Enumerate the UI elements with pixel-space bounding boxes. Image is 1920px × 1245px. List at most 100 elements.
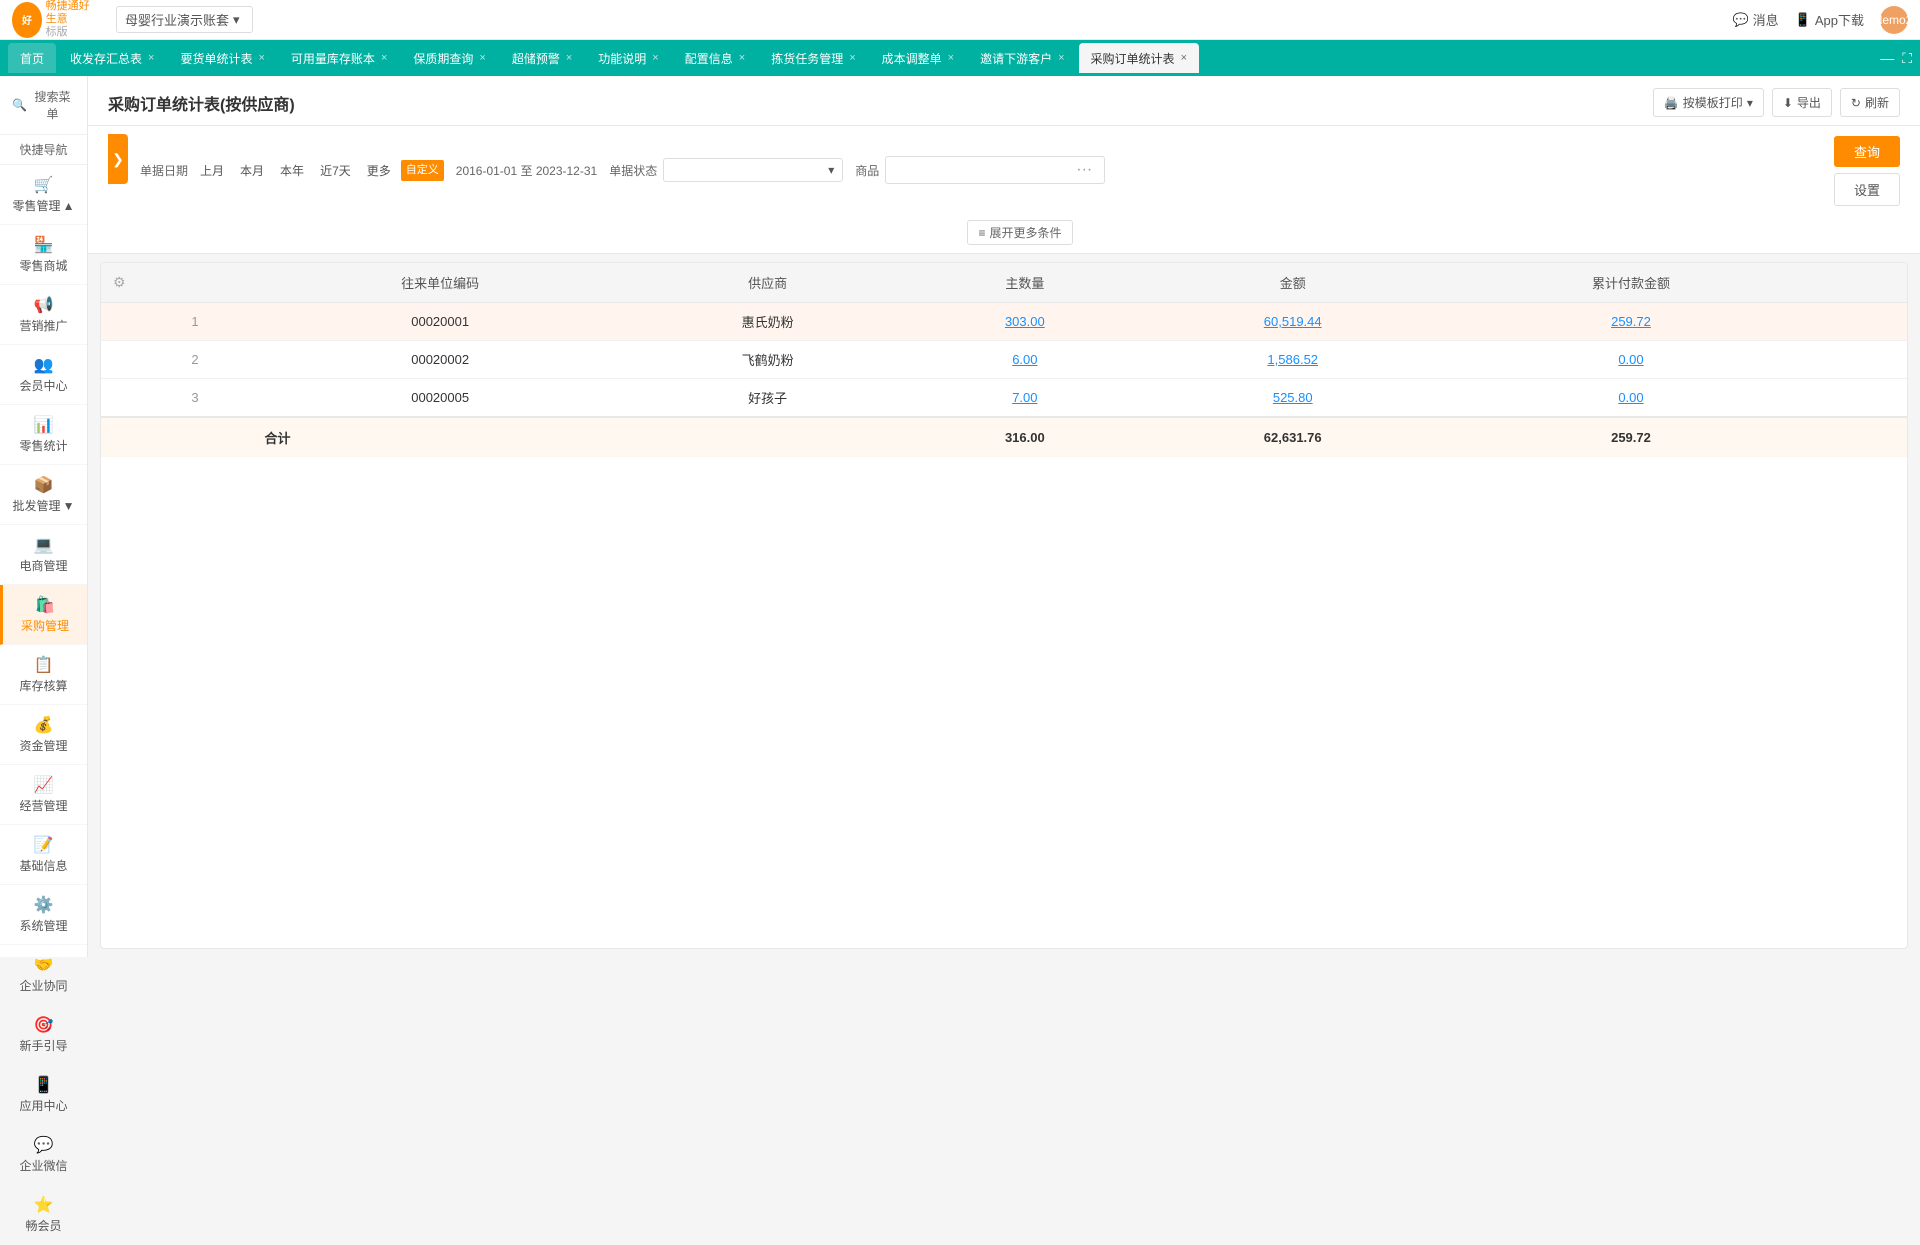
sidebar-item-retail-mall[interactable]: 🏪 零售商城 bbox=[0, 225, 87, 285]
sidebar-item-ecommerce[interactable]: 💻 电商管理 bbox=[0, 525, 87, 585]
print-button[interactable]: 🖨️ 按模板打印 ▾ bbox=[1653, 88, 1764, 117]
supplier-cell: 飞鹤奶粉 bbox=[628, 341, 908, 379]
tab-function-desc[interactable]: 功能说明 × bbox=[586, 43, 670, 73]
logo-area: 好 畅捷通好生意 标版 bbox=[12, 0, 100, 39]
close-icon[interactable]: × bbox=[1181, 52, 1187, 64]
table-area: ⚙ 往来单位编码 供应商 主数量 金额 累计付款金额 1 bbox=[100, 262, 1908, 949]
message-button[interactable]: 💬 消息 bbox=[1732, 10, 1778, 29]
tab-available-inventory[interactable]: 可用量库存账本 × bbox=[279, 43, 399, 73]
filter-toggle-button[interactable]: ❯ bbox=[108, 134, 128, 184]
app-download-button[interactable]: 📱 App下载 bbox=[1795, 10, 1864, 29]
sidebar-item-wechat[interactable]: 💬 企业微信 bbox=[0, 1125, 87, 1185]
retail-mall-icon: 🏪 bbox=[34, 235, 54, 255]
sidebar-item-retail-stat[interactable]: 📊 零售统计 bbox=[0, 405, 87, 465]
sidebar-item-inventory[interactable]: 📋 库存核算 bbox=[0, 645, 87, 705]
goods-search-input[interactable] bbox=[894, 163, 1072, 177]
unit-code-cell: 00020001 bbox=[252, 303, 627, 341]
close-icon[interactable]: × bbox=[479, 52, 485, 64]
close-icon[interactable]: × bbox=[258, 52, 264, 64]
expand-icon: ≡ bbox=[978, 226, 985, 240]
footer-supplier-cell bbox=[628, 417, 908, 457]
main-qty-cell[interactable]: 6.00 bbox=[908, 341, 1143, 379]
tab-config-info[interactable]: 配置信息 × bbox=[673, 43, 757, 73]
table-col-unit-code: 往来单位编码 bbox=[252, 263, 627, 303]
tab-invite-downstream[interactable]: 邀请下游客户 × bbox=[968, 43, 1076, 73]
select-dropdown-icon: ▾ bbox=[828, 163, 834, 177]
date-filter-item: 单据日期 上月 本月 本年 近7天 更多 自定义 bbox=[140, 160, 444, 181]
basic-info-icon: 📝 bbox=[34, 835, 54, 855]
custom-date-tag[interactable]: 自定义 bbox=[401, 160, 444, 181]
tab-home[interactable]: 首页 bbox=[8, 43, 56, 73]
date-filter-label: 单据日期 bbox=[140, 162, 188, 179]
retail-stat-icon: 📊 bbox=[34, 415, 54, 435]
sidebar-item-newbie[interactable]: 🎯 新手引导 bbox=[0, 1005, 87, 1065]
tab-pick-task[interactable]: 拣货任务管理 × bbox=[759, 43, 867, 73]
maximize-icon[interactable]: ⛶ bbox=[1902, 50, 1912, 67]
date-btn-this-month[interactable]: 本月 bbox=[234, 160, 270, 181]
close-icon[interactable]: × bbox=[1058, 52, 1064, 64]
tab-cost-adjust[interactable]: 成本调整单 × bbox=[870, 43, 966, 73]
sidebar-item-basic-info[interactable]: 📝 基础信息 bbox=[0, 825, 87, 885]
sidebar-item-member2[interactable]: ⭐ 畅会员 bbox=[0, 1185, 87, 1245]
sidebar-item-marketing[interactable]: 📢 营销推广 bbox=[0, 285, 87, 345]
sidebar-item-cooperation[interactable]: 🤝 企业协同 bbox=[0, 945, 87, 1005]
sidebar-item-retail[interactable]: 🛒 零售管理 ▲ bbox=[0, 165, 87, 225]
sidebar-item-member[interactable]: 👥 会员中心 bbox=[0, 345, 87, 405]
date-btn-last-month[interactable]: 上月 bbox=[194, 160, 230, 181]
paid-amount-cell[interactable]: 0.00 bbox=[1443, 341, 1818, 379]
main-qty-cell[interactable]: 7.00 bbox=[908, 379, 1143, 418]
close-icon[interactable]: × bbox=[849, 52, 855, 64]
workspace-selector[interactable]: 母婴行业演示账套 ▾ bbox=[116, 6, 253, 33]
amount-cell[interactable]: 60,519.44 bbox=[1142, 303, 1443, 341]
sidebar-item-app-center[interactable]: 📱 应用中心 bbox=[0, 1065, 87, 1125]
tab-purchase-stat[interactable]: 要货单统计表 × bbox=[168, 43, 276, 73]
nav-window-buttons: — ⛶ bbox=[1880, 50, 1912, 67]
table-col-paid-amount: 累计付款金额 bbox=[1443, 263, 1818, 303]
sidebar-item-wholesale[interactable]: 📦 批发管理 ▼ bbox=[0, 465, 87, 525]
sidebar-item-operations[interactable]: 📈 经营管理 bbox=[0, 765, 87, 825]
table-col-main-qty: 主数量 bbox=[908, 263, 1143, 303]
query-button[interactable]: 查询 bbox=[1834, 136, 1900, 167]
sidebar-item-quick-nav[interactable]: 快捷导航 bbox=[0, 135, 87, 165]
date-btn-7days[interactable]: 近7天 bbox=[314, 160, 357, 181]
main-qty-cell[interactable]: 303.00 bbox=[908, 303, 1143, 341]
tab-receive-send[interactable]: 收发存汇总表 × bbox=[58, 43, 166, 73]
close-icon[interactable]: × bbox=[739, 52, 745, 64]
tab-purchase-order-stat[interactable]: 采购订单统计表 × bbox=[1079, 43, 1199, 73]
export-button[interactable]: ⬇ 导出 bbox=[1772, 88, 1832, 117]
column-settings-icon[interactable]: ⚙ bbox=[113, 274, 126, 290]
sidebar: 🔍 搜索菜单 快捷导航 🛒 零售管理 ▲ 🏪 零售商城 📢 营销推广 👥 会员中… bbox=[0, 76, 88, 957]
main-content: 采购订单统计表(按供应商) 🖨️ 按模板打印 ▾ ⬇ 导出 ↻ 刷新 ❯ bbox=[88, 76, 1920, 957]
newbie-icon: 🎯 bbox=[34, 1015, 54, 1035]
footer-paid-amount-cell: 259.72 bbox=[1443, 417, 1818, 457]
date-btn-more[interactable]: 更多 bbox=[361, 160, 397, 181]
close-icon[interactable]: × bbox=[566, 52, 572, 64]
sidebar-item-purchase[interactable]: 🛍️ 采购管理 bbox=[0, 585, 87, 645]
extra-cell bbox=[1819, 379, 1907, 418]
chevron-down-icon: ▾ bbox=[233, 12, 240, 28]
paid-amount-cell[interactable]: 259.72 bbox=[1443, 303, 1818, 341]
status-select[interactable]: ▾ bbox=[663, 158, 843, 182]
expand-more-button[interactable]: ≡ 展开更多条件 bbox=[967, 220, 1072, 245]
paid-amount-cell[interactable]: 0.00 bbox=[1443, 379, 1818, 418]
minimize-icon[interactable]: — bbox=[1880, 50, 1894, 67]
close-icon[interactable]: × bbox=[381, 52, 387, 64]
goods-more-icon[interactable]: ··· bbox=[1072, 161, 1096, 179]
settings-button[interactable]: 设置 bbox=[1834, 173, 1900, 206]
close-icon[interactable]: × bbox=[148, 52, 154, 64]
member-icon: 👥 bbox=[34, 355, 54, 375]
sidebar-item-system[interactable]: ⚙️ 系统管理 bbox=[0, 885, 87, 945]
close-icon[interactable]: × bbox=[652, 52, 658, 64]
amount-cell[interactable]: 525.80 bbox=[1142, 379, 1443, 418]
table-footer-row: 合计 316.00 62,631.76 259.72 bbox=[101, 417, 1907, 457]
search-menu-button[interactable]: 🔍 搜索菜单 bbox=[8, 84, 79, 126]
date-btn-this-year[interactable]: 本年 bbox=[274, 160, 310, 181]
sidebar-item-finance[interactable]: 💰 资金管理 bbox=[0, 705, 87, 765]
refresh-button[interactable]: ↻ 刷新 bbox=[1840, 88, 1900, 117]
user-avatar[interactable]: demo2 bbox=[1880, 6, 1908, 34]
amount-cell[interactable]: 1,586.52 bbox=[1142, 341, 1443, 379]
chevron-icon: ▲ bbox=[63, 199, 75, 213]
tab-overstock-warning[interactable]: 超储预警 × bbox=[500, 43, 584, 73]
close-icon[interactable]: × bbox=[948, 52, 954, 64]
tab-expiry-query[interactable]: 保质期查询 × bbox=[401, 43, 497, 73]
